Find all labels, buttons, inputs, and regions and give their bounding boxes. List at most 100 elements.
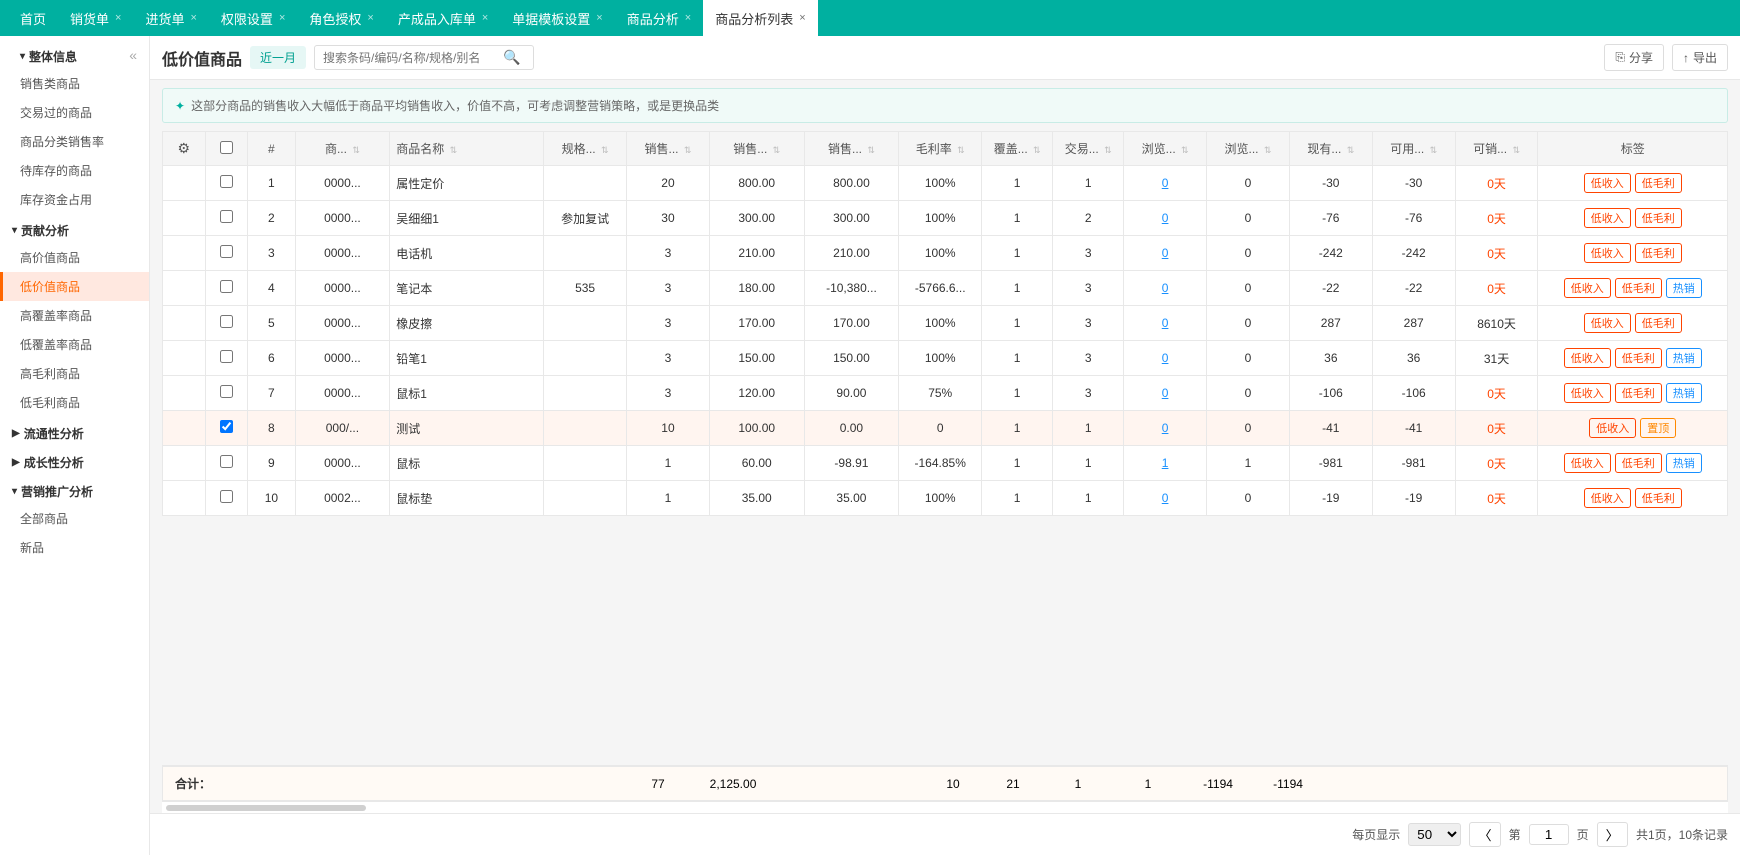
sidebar-item-low-coverage[interactable]: 低覆盖率商品: [0, 330, 149, 359]
column-browse2[interactable]: 浏览... ⇅: [1207, 132, 1290, 166]
browse-link[interactable]: 0: [1162, 491, 1169, 505]
nav-sales-order[interactable]: 销货单 ×: [58, 0, 133, 36]
page-number-input[interactable]: [1529, 824, 1569, 845]
search-input[interactable]: [323, 51, 503, 65]
row-code: 0000...: [295, 306, 390, 341]
nav-product-storage[interactable]: 产成品入库单 ×: [386, 0, 500, 36]
next-page-button[interactable]: 〉: [1597, 822, 1628, 847]
select-all-checkbox[interactable]: [220, 141, 233, 154]
column-gross-margin[interactable]: 毛利率 ⇅: [899, 132, 982, 166]
row-checkbox[interactable]: [205, 201, 248, 236]
row-checkbox[interactable]: [205, 376, 248, 411]
column-coverage[interactable]: 覆盖... ⇅: [982, 132, 1053, 166]
column-sale-qty[interactable]: 销售... ⇅: [627, 132, 710, 166]
column-sellable[interactable]: 可销... ⇅: [1455, 132, 1538, 166]
table-header-row: ⚙ # 商... ⇅ 商品名称 ⇅ 规格... ⇅ 销售... ⇅ 销售... …: [163, 132, 1728, 166]
horizontal-scrollbar[interactable]: [166, 805, 366, 811]
row-select-checkbox[interactable]: [220, 245, 233, 258]
sidebar-item-high-value[interactable]: 高价值商品: [0, 243, 149, 272]
nav-role-auth-close[interactable]: ×: [367, 12, 373, 24]
sidebar-item-all-goods[interactable]: 全部商品: [0, 504, 149, 533]
sidebar-section-growth[interactable]: ▶ 成长性分析: [0, 446, 149, 475]
nav-permission-close[interactable]: ×: [279, 12, 285, 24]
sidebar-item-high-coverage[interactable]: 高覆盖率商品: [0, 301, 149, 330]
sidebar-collapse-btn[interactable]: «: [125, 43, 141, 67]
recent-filter-button[interactable]: 近一月: [250, 46, 306, 69]
tag-badge: 低收入: [1564, 383, 1611, 403]
per-page-select[interactable]: 50 100 200: [1408, 823, 1461, 846]
row-select-checkbox[interactable]: [220, 455, 233, 468]
column-sale-price[interactable]: 销售... ⇅: [709, 132, 804, 166]
sidebar-item-sales-goods[interactable]: 销售类商品: [0, 69, 149, 98]
row-checkbox[interactable]: [205, 341, 248, 376]
row-checkbox[interactable]: [205, 481, 248, 516]
row-settings: [163, 411, 206, 446]
nav-goods-analysis-list-close[interactable]: ×: [799, 12, 805, 24]
sidebar-section-liquidity[interactable]: ▶ 流通性分析: [0, 417, 149, 446]
row-select-checkbox[interactable]: [220, 315, 233, 328]
sidebar-item-low-value[interactable]: 低价值商品: [0, 272, 149, 301]
column-code[interactable]: 商... ⇅: [295, 132, 390, 166]
browse-link[interactable]: 0: [1162, 211, 1169, 225]
row-number: 7: [248, 376, 295, 411]
column-stock[interactable]: 现有... ⇅: [1289, 132, 1372, 166]
browse-link[interactable]: 0: [1162, 351, 1169, 365]
column-spec[interactable]: 规格... ⇅: [544, 132, 627, 166]
row-select-checkbox[interactable]: [220, 490, 233, 503]
column-sale-amount[interactable]: 销售... ⇅: [804, 132, 899, 166]
nav-permission[interactable]: 权限设置 ×: [209, 0, 297, 36]
sidebar-item-pending-stock[interactable]: 待库存的商品: [0, 156, 149, 185]
nav-goods-analysis-close[interactable]: ×: [685, 12, 691, 24]
search-icon[interactable]: 🔍: [503, 49, 520, 66]
nav-goods-analysis[interactable]: 商品分析 ×: [615, 0, 703, 36]
row-select-checkbox[interactable]: [220, 280, 233, 293]
column-available[interactable]: 可用... ⇅: [1372, 132, 1455, 166]
browse-link[interactable]: 1: [1162, 456, 1169, 470]
column-browse1[interactable]: 浏览... ⇅: [1124, 132, 1207, 166]
row-checkbox[interactable]: [205, 271, 248, 306]
nav-purchase-order[interactable]: 进货单 ×: [133, 0, 208, 36]
row-checkbox[interactable]: [205, 411, 248, 446]
column-settings[interactable]: ⚙: [163, 132, 206, 166]
nav-home[interactable]: 首页: [8, 0, 58, 36]
nav-template-settings-close[interactable]: ×: [596, 12, 602, 24]
sidebar-section-overall[interactable]: ▾ 整体信息: [8, 40, 89, 69]
nav-goods-analysis-list[interactable]: 商品分析列表 ×: [703, 0, 817, 36]
tag-badge: 低毛利: [1615, 383, 1662, 403]
sidebar-item-stock-capital[interactable]: 库存资金占用: [0, 185, 149, 214]
browse-link[interactable]: 0: [1162, 246, 1169, 260]
row-checkbox[interactable]: [205, 166, 248, 201]
column-trade[interactable]: 交易... ⇅: [1053, 132, 1124, 166]
row-select-checkbox[interactable]: [220, 210, 233, 223]
sidebar-item-high-margin[interactable]: 高毛利商品: [0, 359, 149, 388]
row-trade: 2: [1053, 201, 1124, 236]
sidebar-section-contribution[interactable]: ▾ 贡献分析: [0, 214, 149, 243]
row-select-checkbox[interactable]: [220, 175, 233, 188]
browse-link[interactable]: 0: [1162, 281, 1169, 295]
row-checkbox[interactable]: [205, 306, 248, 341]
column-name[interactable]: 商品名称 ⇅: [390, 132, 544, 166]
nav-role-auth[interactable]: 角色授权 ×: [297, 0, 385, 36]
sidebar-section-marketing[interactable]: ▾ 营销推广分析: [0, 475, 149, 504]
sidebar-item-category-sales-rate[interactable]: 商品分类销售率: [0, 127, 149, 156]
prev-page-button[interactable]: 〈: [1469, 822, 1500, 847]
nav-product-storage-close[interactable]: ×: [482, 12, 488, 24]
browse-link[interactable]: 0: [1162, 176, 1169, 190]
browse-link[interactable]: 0: [1162, 421, 1169, 435]
share-button[interactable]: ⎘ 分享: [1604, 44, 1664, 71]
row-select-checkbox[interactable]: [220, 350, 233, 363]
row-select-checkbox[interactable]: [220, 385, 233, 398]
nav-template-settings[interactable]: 单据模板设置 ×: [500, 0, 614, 36]
sidebar-item-traded-goods[interactable]: 交易过的商品: [0, 98, 149, 127]
row-checkbox[interactable]: [205, 236, 248, 271]
column-select-all[interactable]: [205, 132, 248, 166]
row-checkbox[interactable]: [205, 446, 248, 481]
export-button[interactable]: ↑ 导出: [1672, 44, 1728, 71]
browse-link[interactable]: 0: [1162, 386, 1169, 400]
nav-purchase-order-close[interactable]: ×: [190, 12, 196, 24]
nav-sales-order-close[interactable]: ×: [115, 12, 121, 24]
sidebar-item-new-goods[interactable]: 新品: [0, 533, 149, 562]
browse-link[interactable]: 0: [1162, 316, 1169, 330]
row-select-checkbox[interactable]: [220, 420, 233, 433]
sidebar-item-low-margin[interactable]: 低毛利商品: [0, 388, 149, 417]
